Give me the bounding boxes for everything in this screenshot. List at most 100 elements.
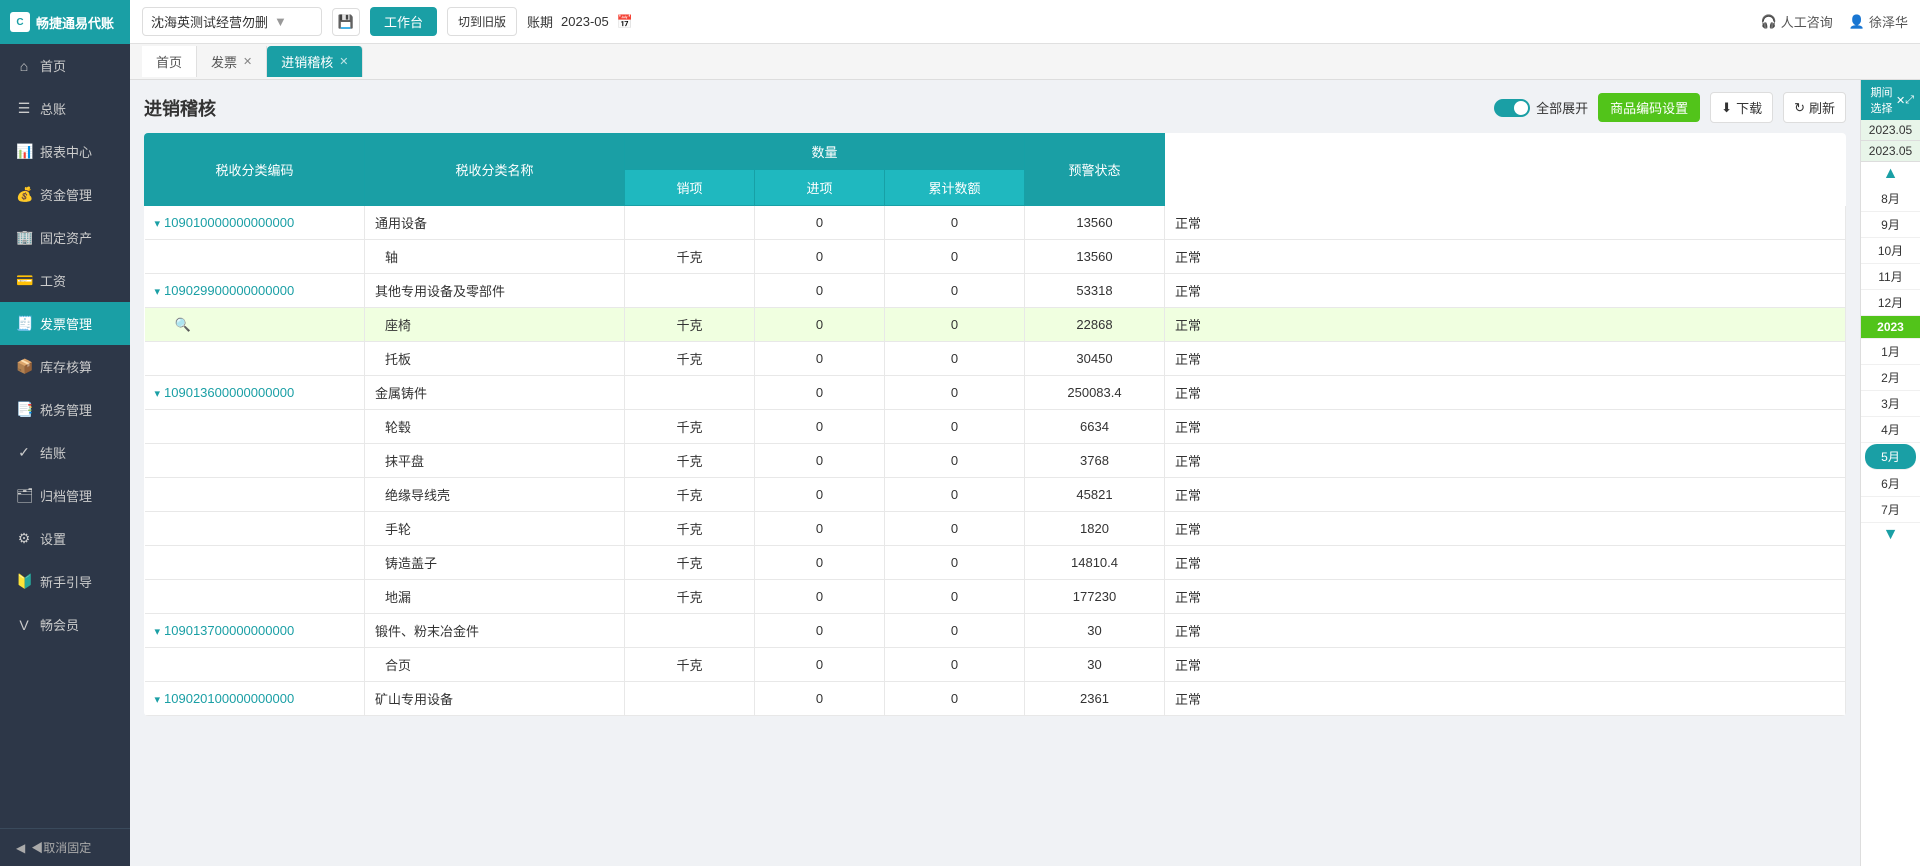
- page-title-bar: 进销稽核 全部展开 商品编码设置 ⬇ 下载 ↻ 刷新: [144, 92, 1846, 123]
- settlement-icon: ✓: [16, 444, 32, 461]
- cell-total: 30: [1025, 614, 1165, 648]
- cell-name: 绝缘导线壳: [365, 478, 625, 512]
- cell-status: 正常: [1165, 342, 1846, 376]
- cell-total: 13560: [1025, 240, 1165, 274]
- sidebar-item-inventory[interactable]: 📦 库存核算: [0, 345, 130, 388]
- cell-total: 22868: [1025, 308, 1165, 342]
- sidebar-item-archive[interactable]: 🗂 归档管理: [0, 474, 130, 517]
- assets-icon: 🏢: [16, 229, 32, 246]
- tab-bar: 首页 发票 ✕ 进销稽核 ✕: [130, 44, 1920, 80]
- cell-name: 轮毂: [365, 410, 625, 444]
- cell-name: 锻件、粉末冶金件: [365, 614, 625, 648]
- sidebar-item-salary[interactable]: 💳 工资: [0, 259, 130, 302]
- download-label: 下载: [1736, 98, 1762, 117]
- search-icon[interactable]: 🔍: [175, 317, 191, 332]
- period-month-3[interactable]: 3月: [1861, 391, 1920, 417]
- period-month-7[interactable]: 7月: [1861, 497, 1920, 523]
- sidebar-item-guide[interactable]: 🔰 新手引导: [0, 560, 130, 603]
- cell-total: 6634: [1025, 410, 1165, 444]
- cell-unit: [625, 614, 755, 648]
- tab-reconcile[interactable]: 进销稽核 ✕: [267, 46, 363, 77]
- sidebar: C 畅捷通易代账 ⌂ 首页 ☰ 总账 📊 报表中心 💰 资金管理 🏢 固定资产 …: [0, 0, 130, 866]
- table-row: 手轮千克001820正常: [145, 512, 1846, 546]
- cell-code: ▾109020100000000000: [145, 682, 365, 716]
- cell-unit: 千克: [625, 444, 755, 478]
- sidebar-item-funds[interactable]: 💰 资金管理: [0, 173, 130, 216]
- expand-icon[interactable]: ▾: [155, 694, 161, 706]
- cell-unit: 千克: [625, 478, 755, 512]
- col-total: 累计数额: [885, 170, 1025, 206]
- cell-name: 座椅: [365, 308, 625, 342]
- expand-icon[interactable]: ▾: [155, 286, 161, 298]
- cell-name: 手轮: [365, 512, 625, 546]
- cell-sales: 0: [755, 274, 885, 308]
- period-year-2023-05-1[interactable]: 2023.05: [1861, 120, 1920, 141]
- content-inner: 进销稽核 全部展开 商品编码设置 ⬇ 下载 ↻ 刷新: [130, 80, 1860, 866]
- cell-unit: 千克: [625, 342, 755, 376]
- cell-code: ▾109010000000000000: [145, 206, 365, 240]
- unpin-button[interactable]: ◀ ◀取消固定: [0, 828, 130, 866]
- period-month-12[interactable]: 12月: [1861, 290, 1920, 316]
- tab-reconcile-close-icon[interactable]: ✕: [339, 55, 348, 68]
- cell-total: 14810.4: [1025, 546, 1165, 580]
- period-scroll-up[interactable]: ▲: [1861, 162, 1920, 186]
- cell-purchase: 0: [885, 240, 1025, 274]
- sidebar-item-home[interactable]: ⌂ 首页: [0, 44, 130, 87]
- period-month-9[interactable]: 9月: [1861, 212, 1920, 238]
- help-button[interactable]: 🎧 人工咨询: [1761, 12, 1833, 31]
- sidebar-item-assets[interactable]: 🏢 固定资产: [0, 216, 130, 259]
- user-profile[interactable]: 👤 徐泽华: [1849, 12, 1908, 31]
- period-panel-close-icon[interactable]: ✕: [1896, 94, 1905, 107]
- period-month-5[interactable]: 5月: [1865, 444, 1916, 470]
- download-button[interactable]: ⬇ 下载: [1710, 92, 1773, 123]
- period-month-8[interactable]: 8月: [1861, 186, 1920, 212]
- sidebar-item-member[interactable]: V 畅会员: [0, 603, 130, 646]
- period-month-2[interactable]: 2月: [1861, 365, 1920, 391]
- cell-purchase: 0: [885, 512, 1025, 546]
- refresh-button[interactable]: ↻ 刷新: [1783, 92, 1846, 123]
- period-year-2023-05-2[interactable]: 2023.05: [1861, 141, 1920, 162]
- cell-sales: 0: [755, 444, 885, 478]
- company-selector[interactable]: 沈海英测试经营勿删 ▼: [142, 7, 322, 36]
- expand-icon[interactable]: ▾: [155, 218, 161, 230]
- save-button[interactable]: 💾: [332, 8, 360, 36]
- sidebar-item-invoice[interactable]: 🧾 发票管理: [0, 302, 130, 345]
- expand-icon[interactable]: ▾: [155, 626, 161, 638]
- calendar-icon[interactable]: 📅: [617, 14, 633, 30]
- cell-purchase: 0: [885, 478, 1025, 512]
- sidebar-item-reports[interactable]: 📊 报表中心: [0, 130, 130, 173]
- cell-name: 铸造盖子: [365, 546, 625, 580]
- period-month-11[interactable]: 11月: [1861, 264, 1920, 290]
- expand-icon[interactable]: ▾: [155, 388, 161, 400]
- period-month-1[interactable]: 1月: [1861, 339, 1920, 365]
- period-month-4[interactable]: 4月: [1861, 417, 1920, 443]
- sidebar-item-ledger[interactable]: ☰ 总账: [0, 87, 130, 130]
- toggle-all[interactable]: 全部展开: [1494, 98, 1588, 117]
- cell-name: 其他专用设备及零部件: [365, 274, 625, 308]
- sidebar-item-label: 新手引导: [40, 572, 92, 591]
- tab-invoice[interactable]: 发票 ✕: [197, 46, 267, 77]
- sidebar-item-tax[interactable]: 📑 税务管理: [0, 388, 130, 431]
- cell-sales: 0: [755, 580, 885, 614]
- switch-version-button[interactable]: 切到旧版: [447, 7, 517, 36]
- period-month-10[interactable]: 10月: [1861, 238, 1920, 264]
- toggle-switch[interactable]: [1494, 99, 1530, 117]
- sidebar-item-settlement[interactable]: ✓ 结账: [0, 431, 130, 474]
- product-code-button[interactable]: 商品编码设置: [1598, 93, 1700, 122]
- cell-total: 250083.4: [1025, 376, 1165, 410]
- period-scroll-down[interactable]: ▼: [1861, 523, 1920, 547]
- tab-invoice-close-icon[interactable]: ✕: [243, 55, 252, 68]
- period-panel-expand-icon[interactable]: ⤢: [1905, 94, 1914, 107]
- tab-home[interactable]: 首页: [142, 46, 197, 77]
- tax-icon: 📑: [16, 401, 32, 418]
- table-row: ▾109029900000000000其他专用设备及零部件0053318正常: [145, 274, 1846, 308]
- cell-sales: 0: [755, 512, 885, 546]
- sidebar-item-settings[interactable]: ⚙ 设置: [0, 517, 130, 560]
- cell-code: [145, 410, 365, 444]
- workspace-button[interactable]: 工作台: [370, 7, 437, 36]
- cell-code: [145, 580, 365, 614]
- cell-code: [145, 478, 365, 512]
- sidebar-item-label: 畅会员: [40, 615, 79, 634]
- table-row: 合页千克0030正常: [145, 648, 1846, 682]
- period-month-6[interactable]: 6月: [1861, 471, 1920, 497]
